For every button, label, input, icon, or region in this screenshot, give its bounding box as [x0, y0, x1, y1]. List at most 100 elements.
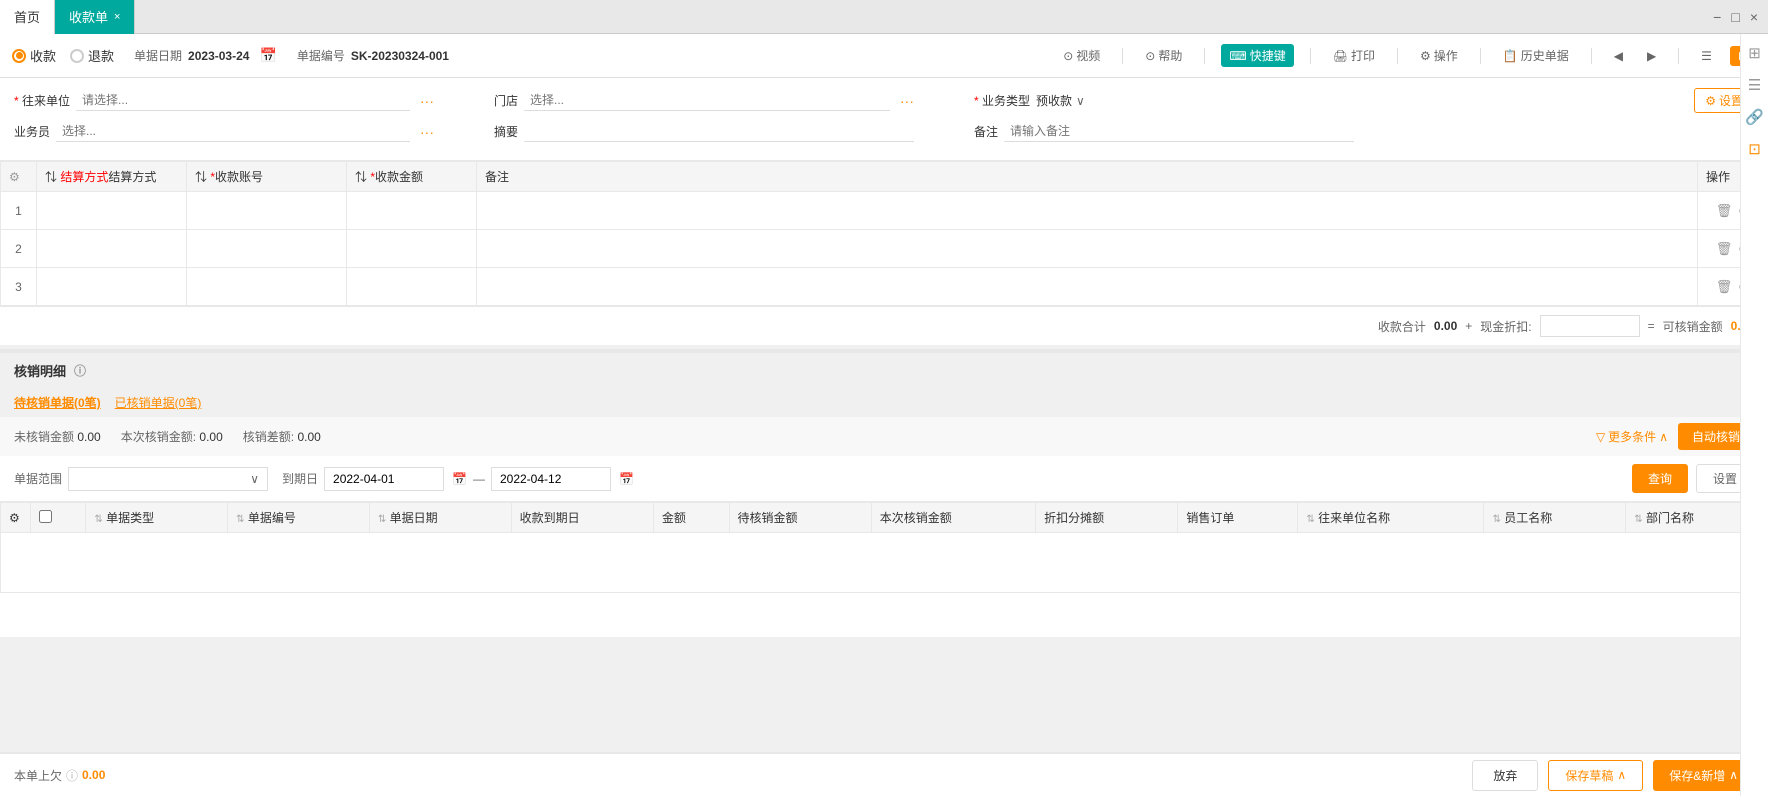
select-all-checkbox[interactable] — [39, 510, 52, 523]
more-conditions-button[interactable]: ▽ 更多条件 ∧ — [1596, 428, 1668, 445]
tab-home[interactable]: 首页 — [0, 0, 55, 34]
pending-tab[interactable]: 待核销单据(0笔) — [14, 394, 101, 411]
footer-left: 本单上欠 ⓘ 0.00 — [14, 767, 105, 784]
panel-table-icon[interactable]: ⊞ — [1748, 44, 1761, 62]
panel-list-icon[interactable]: ☰ — [1748, 76, 1761, 94]
account-cell-1[interactable] — [187, 192, 347, 230]
store-field: 门店 ··· — [494, 90, 914, 111]
amount-cell-1[interactable] — [347, 192, 477, 230]
save-new-button[interactable]: 保存&新增 ∧ — [1653, 760, 1754, 791]
range-field: 单据范围 ∨ — [14, 467, 268, 491]
bottom-header-due-date: 收款到期日 — [511, 503, 653, 533]
partner-more-icon[interactable]: ··· — [420, 93, 434, 109]
done-tab[interactable]: 已核销单据(0笔) — [115, 394, 202, 411]
minimize-button[interactable]: − — [1713, 9, 1721, 25]
tab-close-icon[interactable]: × — [114, 11, 120, 23]
table-gear-icon-bottom[interactable]: ⚙ — [9, 511, 20, 525]
form-row-1: 往来单位 ··· 门店 ··· 业务类型 预收款 ∨ ⚙ 设置 — [14, 88, 1754, 113]
business-type-select[interactable]: 预收款 ∨ — [1036, 92, 1354, 109]
bottom-header-amount: 金额 — [653, 503, 729, 533]
info-circle-icon: ⓘ — [66, 767, 78, 784]
bottom-header-sales-order: 销售订单 — [1178, 503, 1298, 533]
list-view-button[interactable]: ☰ — [1695, 47, 1718, 65]
print-button[interactable]: 🖨 打印 — [1327, 45, 1381, 66]
amount-cell-3[interactable] — [347, 268, 477, 306]
draft-button[interactable]: 保存草稿 ∧ — [1548, 760, 1643, 791]
table-header-method: ⇅ 结算方式结算方式 — [37, 162, 187, 192]
table-header-amount: ⇅ *收款金额 — [347, 162, 477, 192]
bottom-table-section: ⚙ ⇅ 单据类型 ⇅ 单据编号 ⇅ 单据日期 收款到期日 金额 待核销金额 本次… — [0, 502, 1768, 637]
store-more-icon[interactable]: ··· — [900, 93, 914, 109]
bottom-header-type: ⇅ 单据类型 — [86, 503, 228, 533]
table-section: ⚙ ⇅ 结算方式结算方式 ⇅ *收款账号 ⇅ *收款金额 备注 操作 1 — [0, 161, 1768, 306]
stats-right: ▽ 更多条件 ∧ 自动核销 — [1596, 423, 1754, 450]
calendar-icon[interactable]: 📅 — [259, 47, 276, 64]
tab-receipt[interactable]: 收款单 × — [55, 0, 135, 34]
sep1 — [1122, 48, 1123, 64]
diff-value: 0.00 — [297, 430, 320, 444]
remark-input[interactable] — [1004, 121, 1354, 142]
sep7 — [1678, 48, 1679, 64]
total-value: 0.00 — [1434, 319, 1457, 333]
print-icon: 🖨 — [1333, 49, 1348, 63]
method-cell-2[interactable] — [37, 230, 187, 268]
main-table: ⚙ ⇅ 结算方式结算方式 ⇅ *收款账号 ⇅ *收款金额 备注 操作 1 — [0, 161, 1768, 306]
writeoff-info-icon[interactable]: ⓘ — [74, 362, 86, 379]
remark-cell-1[interactable] — [477, 192, 1698, 230]
bottom-table-empty-row — [1, 533, 1768, 593]
date-value: 2023-03-24 — [188, 49, 249, 63]
filter-row: 单据范围 ∨ 到期日 📅 — 📅 查询 设置 — [0, 456, 1768, 502]
remark-cell-2[interactable] — [477, 230, 1698, 268]
delete-icon-2[interactable]: 🗑 — [1716, 241, 1733, 257]
shortcut-button[interactable]: ⌨ 快捷键 — [1221, 44, 1293, 67]
bottom-header-date: ⇅ 单据日期 — [369, 503, 511, 533]
method-cell-1[interactable] — [37, 192, 187, 230]
writeoff-title: 核销明细 — [14, 361, 66, 380]
maximize-button[interactable]: □ — [1731, 9, 1739, 25]
query-button[interactable]: 查询 — [1632, 464, 1688, 493]
method-cell-3[interactable] — [37, 268, 187, 306]
remark-cell-3[interactable] — [477, 268, 1698, 306]
sep5 — [1480, 48, 1481, 64]
account-cell-2[interactable] — [187, 230, 347, 268]
amount-cell-2[interactable] — [347, 230, 477, 268]
history-button[interactable]: 📋 历史单据 — [1497, 45, 1575, 66]
bottom-header-checkbox: ⚙ — [1, 503, 31, 533]
help-button[interactable]: ⊙ 帮助 — [1139, 45, 1188, 66]
receipt-radio[interactable]: 收款 — [12, 46, 56, 65]
sep2 — [1204, 48, 1205, 64]
prev-nav-button[interactable]: ◀ — [1608, 47, 1629, 65]
table-header-account: ⇅ *收款账号 — [187, 162, 347, 192]
table-gear-icon[interactable]: ⚙ — [9, 170, 20, 184]
store-input[interactable] — [524, 90, 890, 111]
delete-icon-1[interactable]: 🗑 — [1716, 203, 1733, 219]
number-field: 单据编号 SK-20230324-001 — [297, 47, 449, 64]
panel-expand-icon[interactable]: ⊡ — [1748, 140, 1761, 158]
calendar-from-icon[interactable]: 📅 — [452, 472, 467, 486]
filter-icon: ▽ — [1596, 430, 1605, 444]
calendar-to-icon[interactable]: 📅 — [619, 472, 634, 486]
account-cell-3[interactable] — [187, 268, 347, 306]
refund-radio[interactable]: 退款 — [70, 46, 114, 65]
play-icon: ⊙ — [1063, 49, 1073, 63]
date-from-input[interactable] — [324, 467, 444, 491]
staff-input[interactable] — [56, 121, 410, 142]
panel-link-icon[interactable]: 🔗 — [1745, 108, 1764, 126]
partner-input[interactable] — [76, 90, 410, 111]
next-nav-button[interactable]: ▶ — [1641, 47, 1662, 65]
close-button[interactable]: × — [1750, 9, 1758, 25]
discount-input[interactable] — [1540, 315, 1640, 337]
staff-more-icon[interactable]: ··· — [420, 124, 434, 140]
delete-icon-3[interactable]: 🗑 — [1716, 279, 1733, 295]
form-row-2: 业务员 ··· 摘要 备注 — [14, 121, 1754, 142]
abandon-button[interactable]: 放弃 — [1472, 760, 1538, 791]
tab-bar: 首页 收款单 × − □ × — [0, 0, 1768, 34]
date-to-input[interactable] — [491, 467, 611, 491]
staff-field: 业务员 ··· — [14, 121, 434, 142]
video-button[interactable]: ⊙ 视频 — [1057, 45, 1106, 66]
range-select[interactable]: ∨ — [68, 467, 268, 491]
operation-icon: ⚙ — [1420, 49, 1431, 63]
summary-input[interactable] — [524, 121, 914, 142]
current-value: 0.00 — [199, 430, 222, 444]
operation-button[interactable]: ⚙ 操作 — [1414, 45, 1464, 66]
